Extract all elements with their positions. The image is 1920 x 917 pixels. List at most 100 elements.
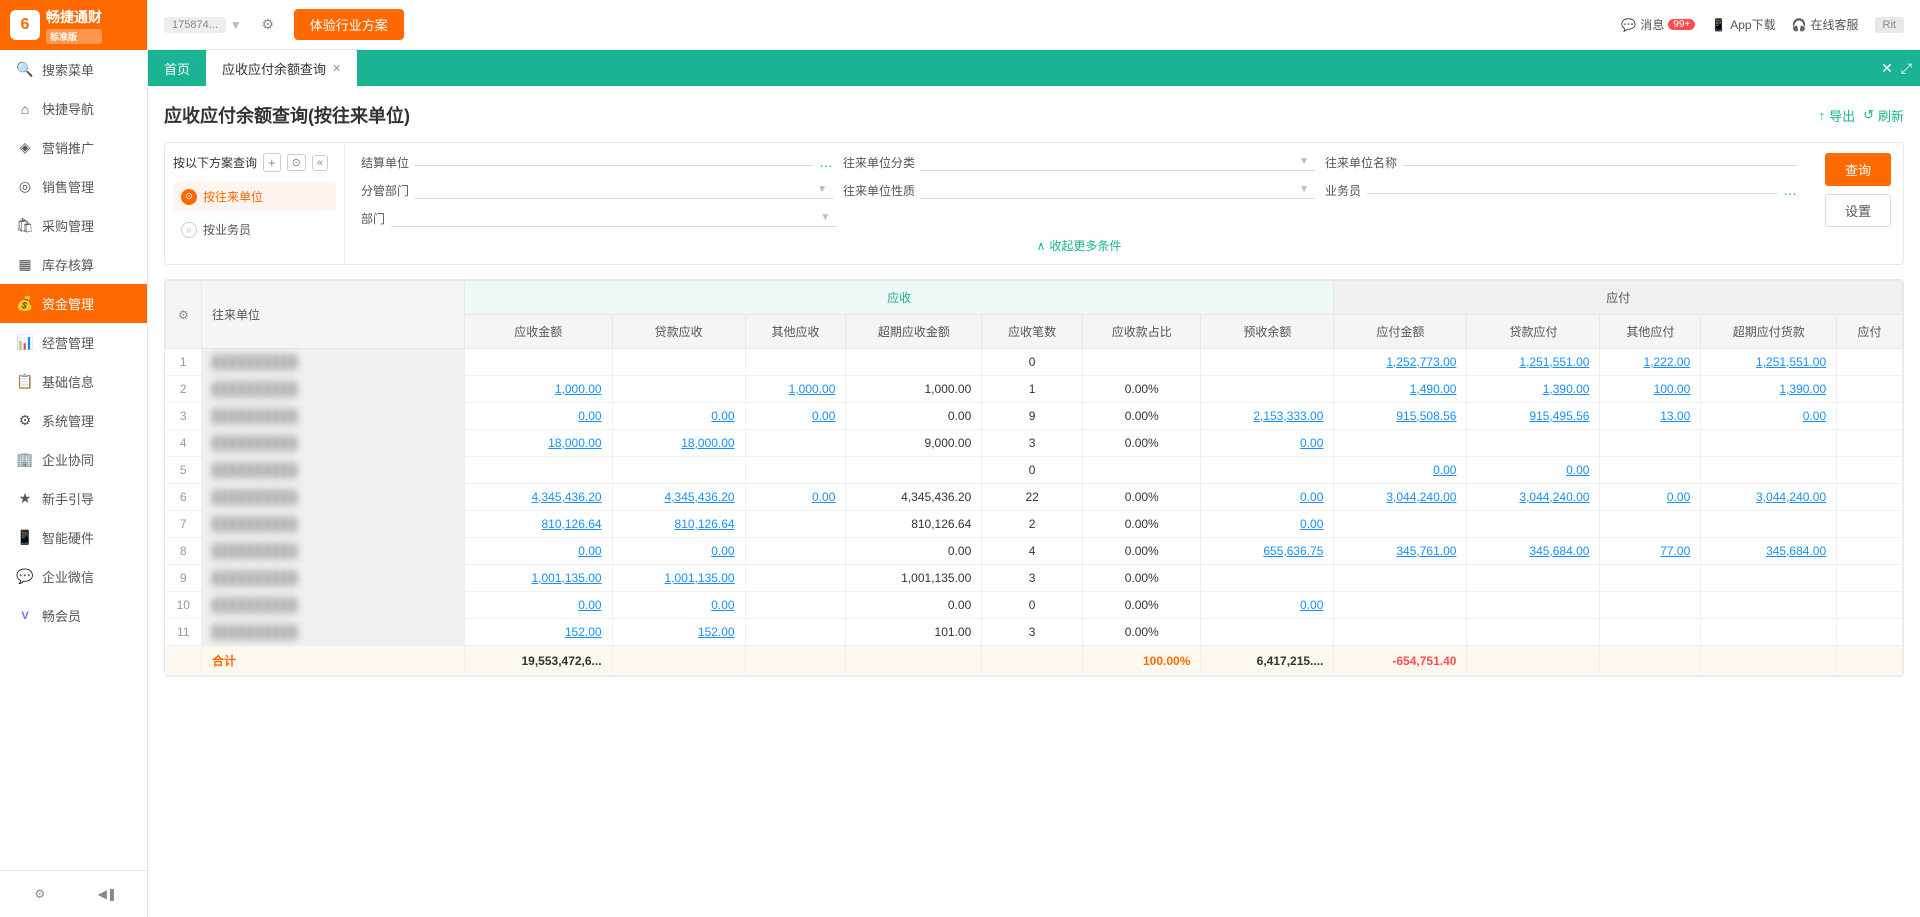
sidebar-item-wechat[interactable]: 💬 企业微信 xyxy=(0,557,147,596)
table-link[interactable]: 100.00 xyxy=(1654,382,1691,396)
message-btn[interactable]: 💬 消息 99+ xyxy=(1621,16,1695,33)
table-cell[interactable] xyxy=(1467,430,1600,457)
filter-yewuyuan-input[interactable] xyxy=(1367,187,1777,194)
table-cell[interactable]: 1,390.00 xyxy=(1467,376,1600,403)
table-cell[interactable]: 0.00 xyxy=(612,592,745,619)
filter-wanglai-fenlei-select[interactable]: ▼ xyxy=(921,153,1315,171)
filter-jiesuan-input[interactable] xyxy=(415,159,813,166)
table-cell[interactable] xyxy=(464,457,612,484)
table-link[interactable]: 152.00 xyxy=(698,625,735,639)
table-cell[interactable] xyxy=(1201,349,1334,376)
table-cell[interactable]: 1,000.00 xyxy=(745,376,846,403)
table-cell[interactable] xyxy=(1334,430,1467,457)
tab-ar-ap[interactable]: 应收应付余额查询 ✕ xyxy=(206,50,357,86)
table-link[interactable]: 0.00 xyxy=(812,490,835,504)
table-link[interactable]: 0.00 xyxy=(1300,490,1323,504)
table-cell[interactable]: 0.00 xyxy=(464,403,612,430)
table-cell[interactable]: 0.00 xyxy=(1201,592,1334,619)
table-link[interactable]: 2,153,333.00 xyxy=(1253,409,1323,423)
table-cell[interactable]: 0.00 xyxy=(464,592,612,619)
add-scheme-btn[interactable]: + xyxy=(263,153,281,172)
app-download-btn[interactable]: 📱 App下载 xyxy=(1711,16,1775,33)
table-cell[interactable] xyxy=(464,349,612,376)
filter-collapse-btn[interactable]: ∧ 收起更多条件 xyxy=(361,237,1797,254)
table-cell[interactable] xyxy=(745,538,846,565)
table-cell[interactable]: 1,490.00 xyxy=(1334,376,1467,403)
table-cell[interactable] xyxy=(745,457,846,484)
table-link[interactable]: 18,000.00 xyxy=(681,436,734,450)
query-btn[interactable]: 查询 xyxy=(1825,153,1891,186)
table-link[interactable]: 18,000.00 xyxy=(548,436,601,450)
sidebar-item-purchase[interactable]: 🛍 采购管理 xyxy=(0,206,147,245)
table-link[interactable]: 4,345,436.20 xyxy=(531,490,601,504)
gear-btn[interactable]: ⚙ xyxy=(254,11,282,39)
table-cell[interactable] xyxy=(745,430,846,457)
table-cell[interactable] xyxy=(1701,457,1837,484)
table-link[interactable]: 0.00 xyxy=(1667,490,1690,504)
table-cell[interactable]: 1,000.00 xyxy=(464,376,612,403)
scheme-settings-icon[interactable]: ⊙ xyxy=(287,154,306,171)
table-cell[interactable]: 810,126.64 xyxy=(464,511,612,538)
table-link[interactable]: 345,684.00 xyxy=(1529,544,1589,558)
table-cell[interactable]: 0.00 xyxy=(745,403,846,430)
table-cell[interactable]: 0.00 xyxy=(1201,484,1334,511)
table-cell[interactable]: 0.00 xyxy=(1201,511,1334,538)
table-link[interactable]: 345,684.00 xyxy=(1766,544,1826,558)
table-cell[interactable] xyxy=(1467,511,1600,538)
table-link[interactable]: 152.00 xyxy=(565,625,602,639)
table-cell[interactable]: 915,508.56 xyxy=(1334,403,1467,430)
table-cell[interactable] xyxy=(745,511,846,538)
table-cell[interactable]: 100.00 xyxy=(1600,376,1701,403)
table-cell[interactable] xyxy=(1201,619,1334,646)
scheme-by-salesman[interactable]: ○ 按业务员 xyxy=(173,215,336,244)
table-cell[interactable]: 1,222.00 xyxy=(1600,349,1701,376)
filter-fenguan-select[interactable]: ▼ xyxy=(415,181,833,199)
table-cell[interactable]: 0.00 xyxy=(612,538,745,565)
table-cell[interactable] xyxy=(1334,511,1467,538)
table-cell[interactable] xyxy=(745,592,846,619)
close-window-icon[interactable]: ✕ xyxy=(1881,60,1893,77)
refresh-btn[interactable]: ↺ 刷新 xyxy=(1863,106,1904,125)
table-cell[interactable]: 0.00 xyxy=(612,403,745,430)
table-cell[interactable] xyxy=(745,565,846,592)
table-cell[interactable]: 4,345,436.20 xyxy=(612,484,745,511)
table-cell[interactable]: 13.00 xyxy=(1600,403,1701,430)
table-cell[interactable] xyxy=(1600,592,1701,619)
table-cell[interactable] xyxy=(1334,592,1467,619)
table-link[interactable]: 1,251,551.00 xyxy=(1756,355,1826,369)
table-link[interactable]: 345,761.00 xyxy=(1396,544,1456,558)
table-cell[interactable]: 345,684.00 xyxy=(1701,538,1837,565)
table-link[interactable]: 0.00 xyxy=(578,409,601,423)
table-cell[interactable] xyxy=(612,349,745,376)
table-cell[interactable] xyxy=(1600,511,1701,538)
table-cell[interactable] xyxy=(1467,619,1600,646)
scheme-by-partner[interactable]: ⊙ 按往来单位 xyxy=(173,182,336,211)
table-link[interactable]: 0.00 xyxy=(711,544,734,558)
filter-bumen-select[interactable]: ▼ xyxy=(391,209,836,227)
table-cell[interactable] xyxy=(1467,565,1600,592)
table-cell[interactable] xyxy=(1701,430,1837,457)
filter-wanglai-xingzhi-select[interactable]: ▼ xyxy=(921,181,1315,199)
table-cell[interactable] xyxy=(745,619,846,646)
table-cell[interactable]: 0.00 xyxy=(1467,457,1600,484)
sidebar-item-inventory[interactable]: ▦ 库存核算 xyxy=(0,245,147,284)
table-cell[interactable] xyxy=(1334,619,1467,646)
table-cell[interactable] xyxy=(612,376,745,403)
table-cell[interactable]: 0.00 xyxy=(1600,484,1701,511)
table-cell[interactable] xyxy=(1701,565,1837,592)
table-cell[interactable]: 3,044,240.00 xyxy=(1701,484,1837,511)
table-link[interactable]: 0.00 xyxy=(812,409,835,423)
table-cell[interactable]: 1,390.00 xyxy=(1701,376,1837,403)
table-link[interactable]: 1,390.00 xyxy=(1779,382,1826,396)
table-cell[interactable] xyxy=(1701,592,1837,619)
table-cell[interactable] xyxy=(1334,565,1467,592)
sidebar-item-enterprise[interactable]: 🏢 企业协同 xyxy=(0,440,147,479)
table-cell[interactable]: 4,345,436.20 xyxy=(464,484,612,511)
table-link[interactable]: 0.00 xyxy=(578,544,601,558)
sidebar-item-guide[interactable]: ★ 新手引导 xyxy=(0,479,147,518)
table-link[interactable]: 13.00 xyxy=(1660,409,1690,423)
table-link[interactable]: 1,001,135.00 xyxy=(531,571,601,585)
table-cell[interactable]: 77.00 xyxy=(1600,538,1701,565)
table-link[interactable]: 0.00 xyxy=(711,598,734,612)
table-cell[interactable]: 3,044,240.00 xyxy=(1334,484,1467,511)
